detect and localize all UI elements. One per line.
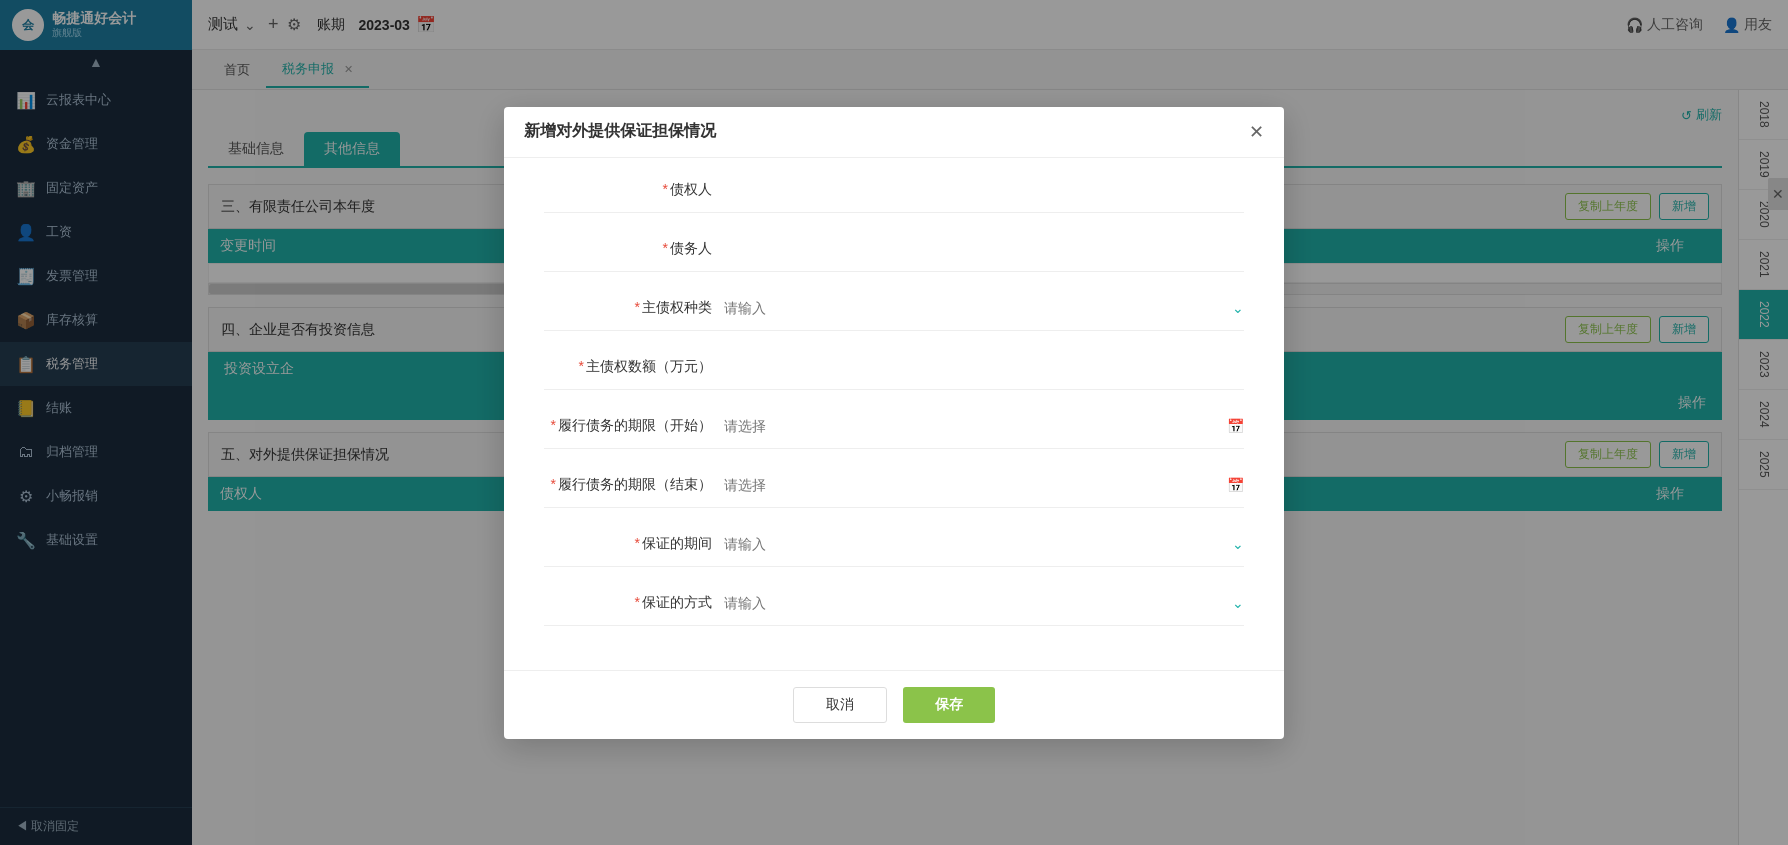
required-mark-guarantee_period: * [635, 535, 640, 551]
modal-title: 新增对外提供保证担保情况 [524, 121, 716, 142]
form-row-debtor: *债务人 [544, 237, 1244, 272]
form-label-period_end: *履行债务的期限（结束） [544, 476, 724, 494]
modal-close-btn[interactable]: ✕ [1249, 121, 1264, 143]
save-btn[interactable]: 保存 [903, 687, 995, 723]
modal-footer: 取消 保存 [504, 670, 1284, 739]
date-wrapper-period_start: 📅 [724, 414, 1244, 438]
select-wrapper-guarantee_method: ⌄ [724, 591, 1244, 615]
required-mark-guarantee_method: * [635, 594, 640, 610]
calendar-icon-period_end[interactable]: 📅 [1227, 477, 1244, 493]
modal: 新增对外提供保证担保情况 ✕ *债权人 *债务人 *主债权种类 ⌄ *主债权数额（万元）… [504, 107, 1284, 739]
field-guarantee_method[interactable] [724, 591, 1232, 615]
field-debtor[interactable] [724, 237, 1244, 261]
required-mark-period_start: * [551, 417, 556, 433]
form-label-guarantee_method: *保证的方式 [544, 594, 724, 612]
form-label-debtor: *债务人 [544, 240, 724, 258]
form-label-period_start: *履行债务的期限（开始） [544, 417, 724, 435]
select-arrow-debt_type[interactable]: ⌄ [1232, 300, 1244, 316]
form-row-debt_amount: *主债权数额（万元） [544, 355, 1244, 390]
cancel-btn[interactable]: 取消 [793, 687, 887, 723]
form-row-debt_type: *主债权种类 ⌄ [544, 296, 1244, 331]
select-arrow-guarantee_period[interactable]: ⌄ [1232, 536, 1244, 552]
required-mark-debt_type: * [635, 299, 640, 315]
required-mark-creditor: * [663, 181, 668, 197]
form-row-guarantee_method: *保证的方式 ⌄ [544, 591, 1244, 626]
field-period_end[interactable] [724, 473, 1227, 497]
form-row-guarantee_period: *保证的期间 ⌄ [544, 532, 1244, 567]
field-guarantee_period[interactable] [724, 532, 1232, 556]
select-wrapper-guarantee_period: ⌄ [724, 532, 1244, 556]
form-row-period_end: *履行债务的期限（结束） 📅 [544, 473, 1244, 508]
required-mark-debt_amount: * [579, 358, 584, 374]
field-period_start[interactable] [724, 414, 1227, 438]
form-label-debt_type: *主债权种类 [544, 299, 724, 317]
field-creditor[interactable] [724, 178, 1244, 202]
form-label-creditor: *债权人 [544, 181, 724, 199]
form-row-period_start: *履行债务的期限（开始） 📅 [544, 414, 1244, 449]
form-label-debt_amount: *主债权数额（万元） [544, 358, 724, 376]
required-mark-period_end: * [551, 476, 556, 492]
form-row-creditor: *债权人 [544, 178, 1244, 213]
modal-body: *债权人*债务人*主债权种类⌄*主债权数额（万元）*履行债务的期限（开始）📅*履… [504, 158, 1284, 670]
field-debt_amount[interactable] [724, 355, 1244, 379]
calendar-icon-period_start[interactable]: 📅 [1227, 418, 1244, 434]
select-arrow-guarantee_method[interactable]: ⌄ [1232, 595, 1244, 611]
required-mark-debtor: * [663, 240, 668, 256]
select-wrapper-debt_type: ⌄ [724, 296, 1244, 320]
modal-overlay[interactable]: 新增对外提供保证担保情况 ✕ *债权人 *债务人 *主债权种类 ⌄ *主债权数额（万元）… [0, 0, 1788, 845]
modal-header: 新增对外提供保证担保情况 ✕ [504, 107, 1284, 158]
date-wrapper-period_end: 📅 [724, 473, 1244, 497]
form-label-guarantee_period: *保证的期间 [544, 535, 724, 553]
field-debt_type[interactable] [724, 296, 1232, 320]
